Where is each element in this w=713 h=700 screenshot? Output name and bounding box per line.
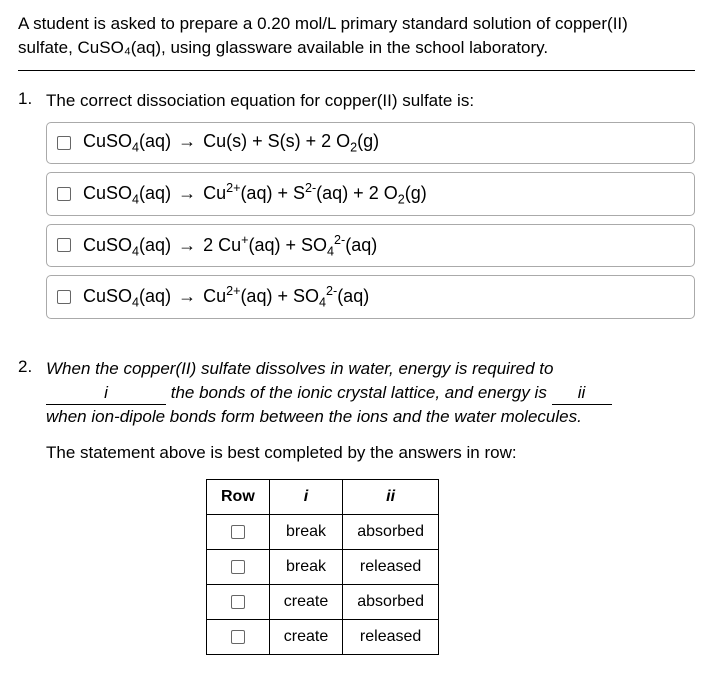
checkbox-icon[interactable]	[57, 187, 71, 201]
q1-number: 1.	[18, 89, 46, 109]
q2-statement: When the copper(II) sulfate dissolves in…	[46, 357, 695, 429]
cell-i: create	[269, 620, 342, 655]
cell-ii: released	[343, 620, 439, 655]
intro-line1: A student is asked to prepare a 0.20 mol…	[18, 14, 628, 33]
cell-ii: released	[343, 550, 439, 585]
table-row: break released	[207, 550, 439, 585]
header-row: Row	[207, 480, 270, 515]
cell-ii: absorbed	[343, 515, 439, 550]
intro-line2: sulfate, CuSO₄(aq), using glassware avai…	[18, 38, 548, 57]
cell-i: create	[269, 585, 342, 620]
stmt-mid: the bonds of the ionic crystal lattice, …	[171, 383, 552, 402]
stmt-post: when ion-dipole bonds form between the i…	[46, 407, 582, 426]
header-ii: ii	[343, 480, 439, 515]
option-text: CuSO4(aq) → 2 Cu+(aq) + SO42-(aq)	[83, 233, 377, 259]
option-text: CuSO4(aq) → Cu(s) + S(s) + 2 O2(g)	[83, 131, 379, 155]
table-header-row: Row i ii	[207, 480, 439, 515]
q1-option-c[interactable]: CuSO4(aq) → 2 Cu+(aq) + SO42-(aq)	[46, 224, 695, 268]
checkbox-icon[interactable]	[231, 560, 245, 574]
header-i: i	[269, 480, 342, 515]
question-1: 1. The correct dissociation equation for…	[18, 89, 695, 327]
checkbox-icon[interactable]	[57, 290, 71, 304]
option-text: CuSO4(aq) → Cu2+(aq) + SO42-(aq)	[83, 284, 369, 310]
q2-number: 2.	[18, 357, 46, 377]
answer-table: Row i ii break absorbed break released c…	[206, 479, 439, 655]
checkbox-icon[interactable]	[57, 238, 71, 252]
table-row: create absorbed	[207, 585, 439, 620]
q1-option-b[interactable]: CuSO4(aq) → Cu2+(aq) + S2-(aq) + 2 O2(g)	[46, 172, 695, 216]
table-row: create released	[207, 620, 439, 655]
stmt-pre: When the copper(II) sulfate dissolves in…	[46, 359, 553, 378]
blank-i: i	[46, 381, 166, 406]
checkbox-icon[interactable]	[231, 525, 245, 539]
question-2: 2. When the copper(II) sulfate dissolves…	[18, 357, 695, 655]
table-row: break absorbed	[207, 515, 439, 550]
divider	[18, 70, 695, 71]
cell-ii: absorbed	[343, 585, 439, 620]
blank-ii: ii	[552, 381, 612, 406]
cell-i: break	[269, 515, 342, 550]
q1-prompt: The correct dissociation equation for co…	[46, 89, 695, 113]
option-text: CuSO4(aq) → Cu2+(aq) + S2-(aq) + 2 O2(g)	[83, 181, 427, 207]
checkbox-icon[interactable]	[57, 136, 71, 150]
cell-i: break	[269, 550, 342, 585]
checkbox-icon[interactable]	[231, 630, 245, 644]
q1-option-a[interactable]: CuSO4(aq) → Cu(s) + S(s) + 2 O2(g)	[46, 122, 695, 164]
intro-text: A student is asked to prepare a 0.20 mol…	[18, 12, 695, 60]
q2-completion-text: The statement above is best completed by…	[46, 443, 695, 463]
checkbox-icon[interactable]	[231, 595, 245, 609]
q1-option-d[interactable]: CuSO4(aq) → Cu2+(aq) + SO42-(aq)	[46, 275, 695, 319]
